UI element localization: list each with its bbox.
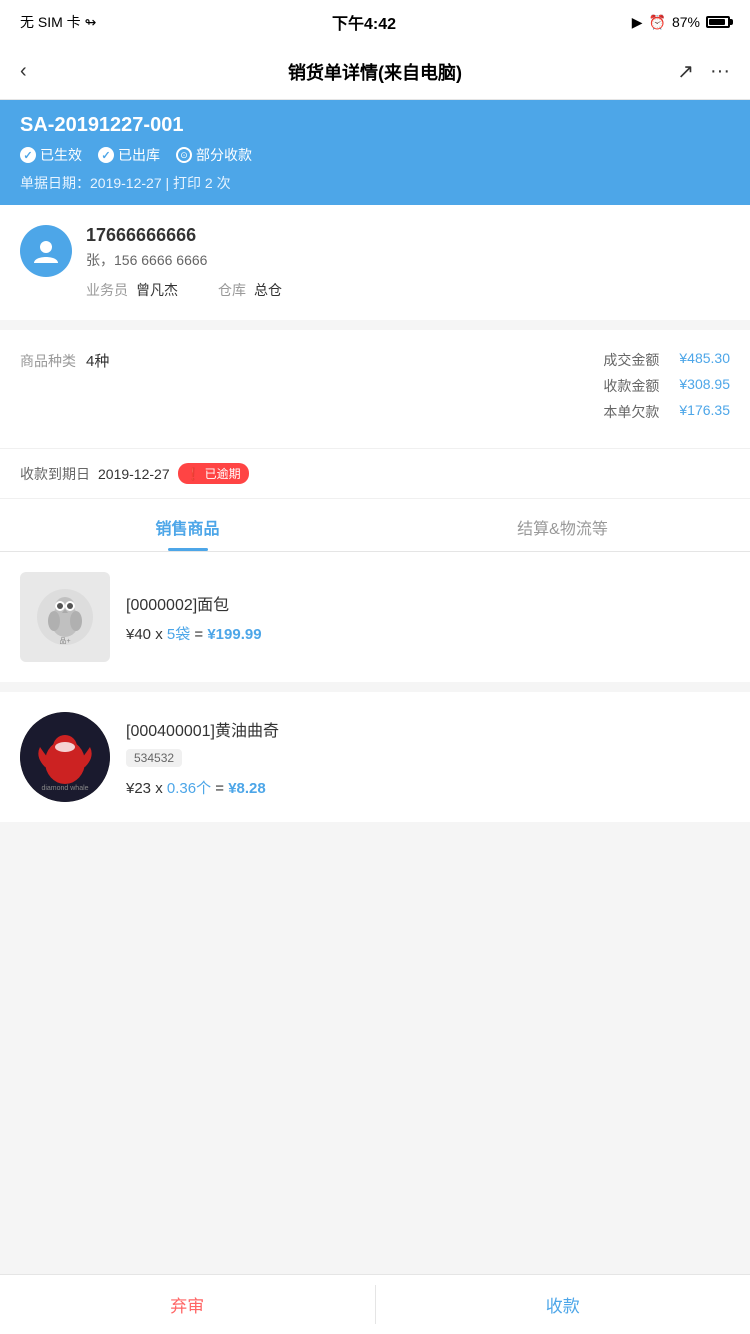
header-meta: 单据日期：2019-12-27 | 打印 2 次 — [20, 173, 730, 193]
tab-settlement-label: 结算&物流等 — [517, 521, 608, 538]
stats-section: 商品种类 4种 成交金额 ¥485.30 收款金额 ¥308.95 本单欠款 ¥… — [0, 330, 750, 448]
overdue-date: 2019-12-27 — [98, 466, 170, 482]
warehouse: 仓库 总仓 — [218, 280, 282, 300]
product-price-1: ¥40 x 5袋 = ¥199.99 — [126, 623, 730, 644]
share-button[interactable]: ↗ — [677, 59, 694, 84]
bottom-bar: 弃审 收款 — [0, 1274, 750, 1334]
customer-meta: 业务员 曾凡杰 仓库 总仓 — [86, 280, 730, 300]
warehouse-value: 总仓 — [254, 280, 282, 300]
badge-partial: ⊙ 部分收款 — [176, 145, 252, 165]
product-name-1: [0000002]面包 — [126, 591, 730, 615]
customer-info: 17666666666 张，156 6666 6666 业务员 曾凡杰 仓库 总… — [86, 225, 730, 300]
battery-text: 87% — [672, 14, 700, 30]
order-id: SA-20191227-001 — [20, 114, 730, 137]
category-label: 商品种类 — [20, 351, 76, 371]
cancel-audit-label: 弃审 — [170, 1292, 204, 1317]
badge-effective-label: 已生效 — [40, 145, 82, 165]
overdue-section: 收款到期日 2019-12-27 ❗ 已逾期 — [0, 448, 750, 498]
collect-payment-button[interactable]: 收款 — [376, 1275, 750, 1334]
svg-text:品+: 品+ — [59, 637, 70, 645]
category-value: 4种 — [86, 350, 109, 371]
avatar-svg — [30, 235, 62, 267]
more-button[interactable]: ··· — [710, 60, 730, 83]
alarm-icon: ⏰ — [649, 14, 666, 31]
sales-label: 业务员 — [86, 280, 128, 300]
sales-person: 业务员 曾凡杰 — [86, 280, 178, 300]
product-item-2: diamond whale [000400001]黄油曲奇 534532 ¥23… — [0, 692, 750, 822]
badge-partial-label: 部分收款 — [196, 145, 252, 165]
product-item-1: 品+ [0000002]面包 ¥40 x 5袋 = ¥199.99 — [0, 552, 750, 682]
qty-1: 5袋 — [167, 626, 190, 643]
price-2: ¥23 — [126, 780, 151, 797]
overdue-label: 收款到期日 — [20, 464, 90, 484]
price-1: ¥40 — [126, 626, 151, 643]
badge-shipped: ✓ 已出库 — [98, 145, 160, 165]
amount-label: 成交金额 — [603, 350, 659, 370]
product-thumb-2: diamond whale — [20, 712, 110, 802]
header-banner: SA-20191227-001 ✓ 已生效 ✓ 已出库 ⊙ 部分收款 单据日期：… — [0, 100, 750, 205]
location-icon: ▶ — [632, 14, 643, 31]
product-name-2: [000400001]黄油曲奇 — [126, 717, 730, 741]
product-info-2: [000400001]黄油曲奇 534532 ¥23 x 0.36个 = ¥8.… — [126, 717, 730, 798]
debt-row: 本单欠款 ¥176.35 — [603, 402, 730, 422]
nav-bar: ‹ 销货单详情(来自电脑) ↗ ··· — [0, 44, 750, 100]
carrier-wifi: 无 SIM 卡 ↬ — [20, 12, 96, 32]
tab-sales-label: 销售商品 — [155, 521, 219, 538]
total-2: ¥8.28 — [228, 780, 266, 797]
bottom-spacer — [0, 832, 750, 902]
product-price-2: ¥23 x 0.36个 = ¥8.28 — [126, 777, 730, 798]
check-icon-1: ✓ — [20, 147, 36, 163]
wifi-icon: ↬ — [85, 14, 97, 30]
badge-shipped-label: 已出库 — [118, 145, 160, 165]
system-icons: ▶ ⏰ 87% — [632, 14, 730, 31]
tab-sales-products[interactable]: 销售商品 — [0, 499, 375, 551]
nav-title: 销货单详情(来自电脑) — [80, 59, 670, 85]
product-info-1: [0000002]面包 ¥40 x 5袋 = ¥199.99 — [126, 591, 730, 644]
avatar — [20, 225, 72, 277]
status-bar: 无 SIM 卡 ↬ 下午4:42 ▶ ⏰ 87% — [0, 0, 750, 44]
cancel-audit-button[interactable]: 弃审 — [0, 1275, 375, 1334]
received-value: ¥308.95 — [679, 376, 730, 396]
carrier-text: 无 SIM 卡 — [20, 14, 81, 30]
warning-icon: ❗ — [186, 467, 201, 481]
overdue-badge: ❗ 已逾期 — [178, 463, 249, 484]
customer-id: 17666666666 — [86, 225, 730, 246]
header-badges: ✓ 已生效 ✓ 已出库 ⊙ 部分收款 — [20, 145, 730, 165]
stats-right: 成交金额 ¥485.30 收款金额 ¥308.95 本单欠款 ¥176.35 — [603, 350, 730, 428]
product-list: 品+ [0000002]面包 ¥40 x 5袋 = ¥199.99 — [0, 552, 750, 822]
tab-underline — [168, 548, 208, 551]
product-2-image: diamond whale — [20, 712, 110, 802]
stats-left: 商品种类 4种 — [20, 350, 109, 428]
clock-icon: ⊙ — [176, 147, 192, 163]
overdue-badge-label: 已逾期 — [205, 465, 241, 482]
svg-text:diamond whale: diamond whale — [41, 785, 88, 792]
badge-effective: ✓ 已生效 — [20, 145, 82, 165]
debt-value: ¥176.35 — [679, 402, 730, 422]
owl-icon: 品+ — [35, 587, 95, 647]
check-icon-2: ✓ — [98, 147, 114, 163]
received-label: 收款金额 — [603, 376, 659, 396]
amount-value: ¥485.30 — [679, 350, 730, 370]
nav-actions: ↗ ··· — [670, 59, 730, 84]
nav-back-area[interactable]: ‹ — [20, 60, 80, 83]
customer-card: 17666666666 张，156 6666 6666 业务员 曾凡杰 仓库 总… — [0, 205, 750, 320]
collect-payment-label: 收款 — [546, 1292, 580, 1317]
time-display: 下午4:42 — [332, 10, 396, 34]
product-thumb-1: 品+ — [20, 572, 110, 662]
tabs: 销售商品 结算&物流等 — [0, 498, 750, 552]
total-1: ¥199.99 — [207, 626, 261, 643]
received-row: 收款金额 ¥308.95 — [603, 376, 730, 396]
tab-settlement[interactable]: 结算&物流等 — [375, 499, 750, 551]
customer-name-phone: 张，156 6666 6666 — [86, 250, 730, 270]
warehouse-label: 仓库 — [218, 280, 246, 300]
debt-label: 本单欠款 — [603, 402, 659, 422]
divider-1 — [0, 320, 750, 330]
back-button[interactable]: ‹ — [20, 60, 27, 83]
product-tag-2: 534532 — [126, 749, 182, 767]
sales-value: 曾凡杰 — [136, 280, 178, 300]
qty-2: 0.36个 — [167, 780, 211, 797]
battery-icon — [706, 16, 730, 28]
amount-row: 成交金额 ¥485.30 — [603, 350, 730, 370]
